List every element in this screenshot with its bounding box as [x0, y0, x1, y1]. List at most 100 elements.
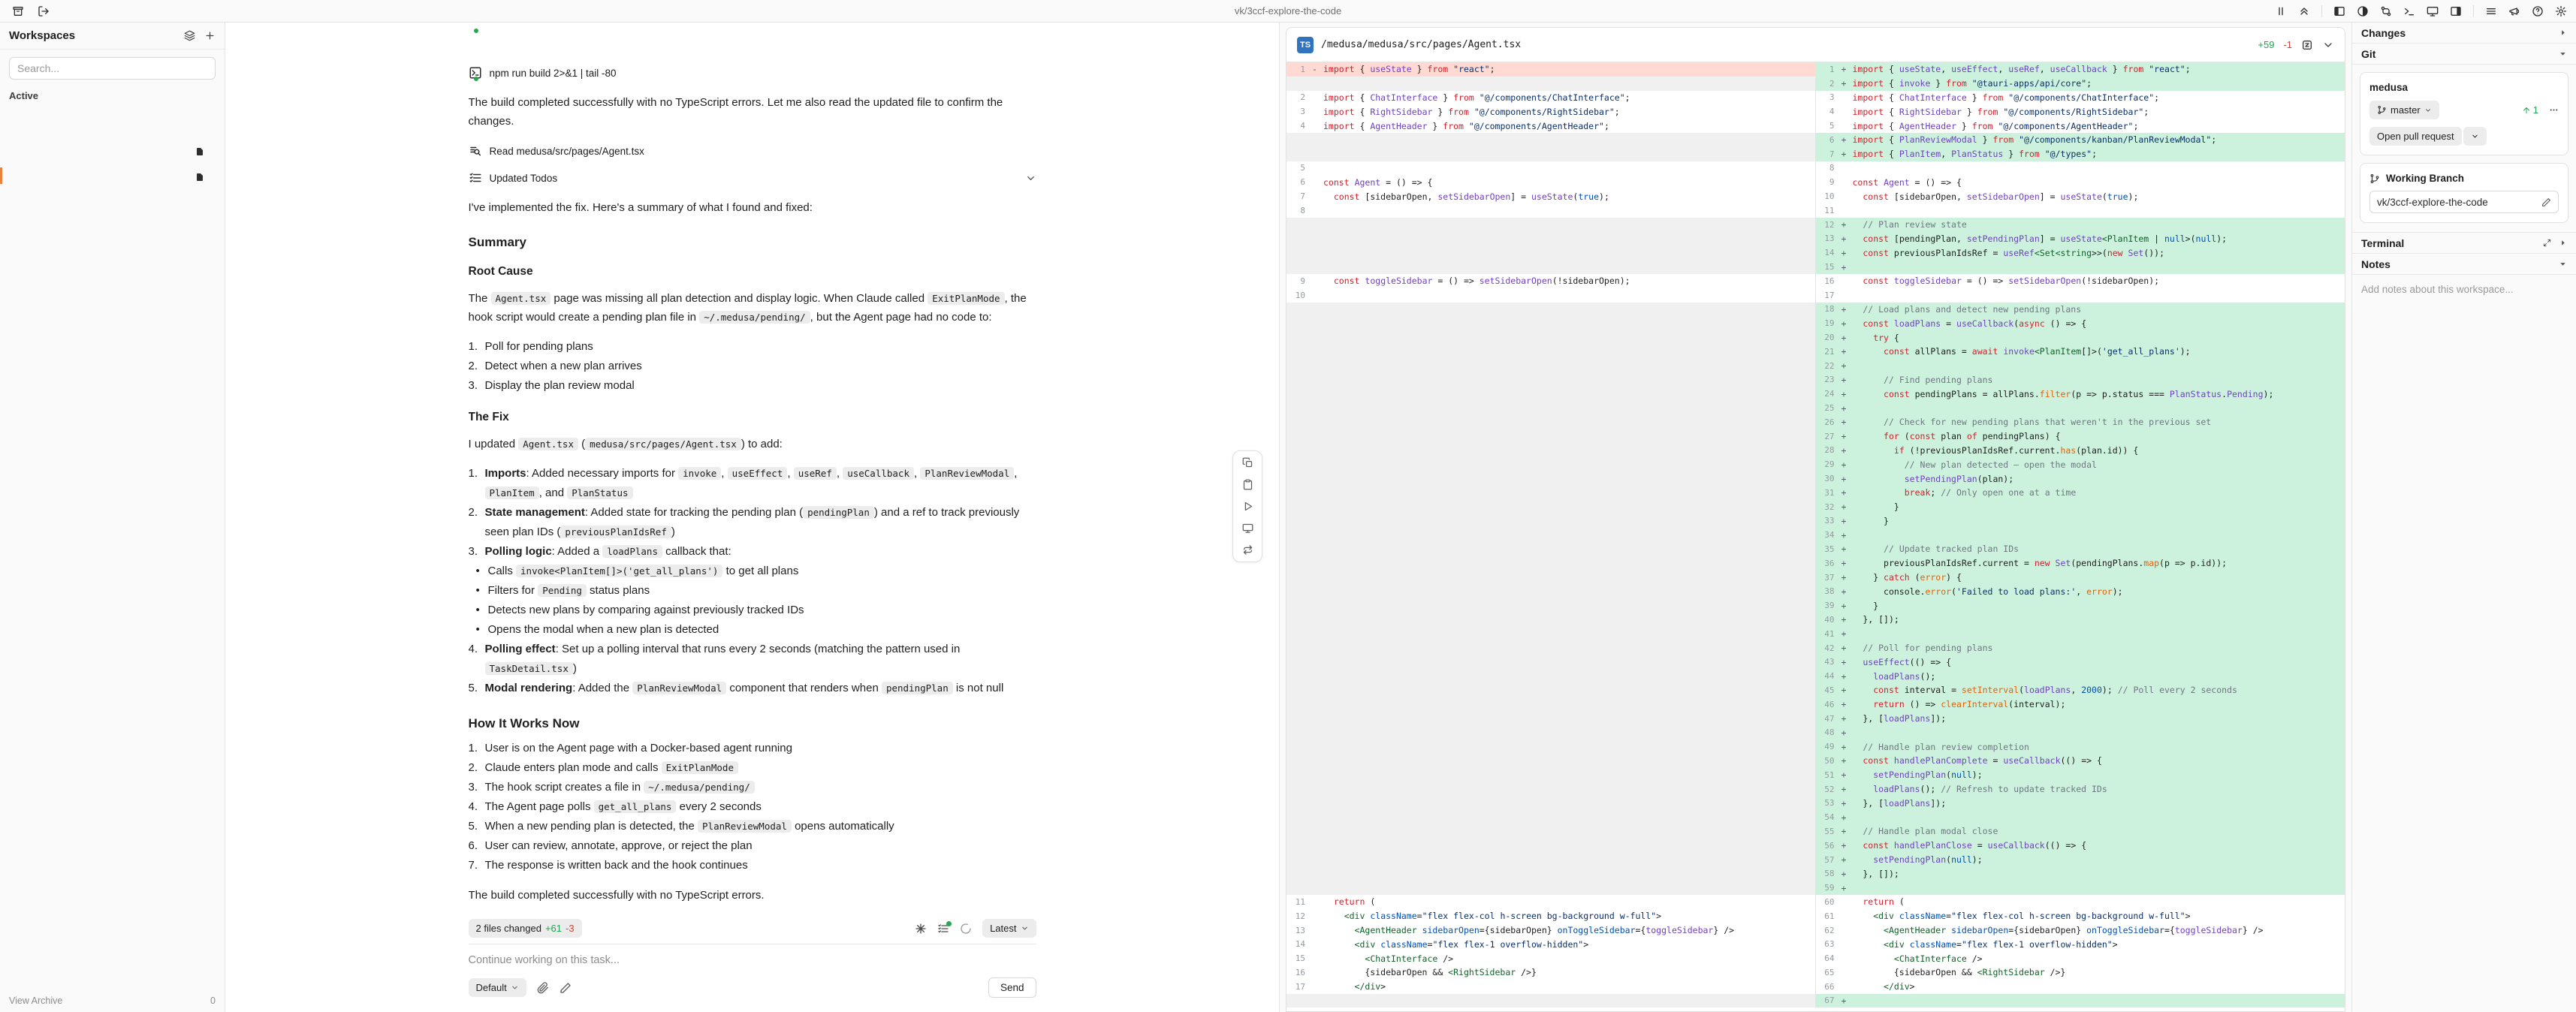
panel-left-icon[interactable]: [2333, 5, 2345, 17]
collapse-diff-icon[interactable]: [2322, 39, 2334, 51]
list-item: 1.Imports: Added necessary imports for i…: [469, 464, 1036, 503]
titlebar-separator: [2321, 5, 2322, 17]
diff-old-cell: [1286, 669, 1816, 683]
notes-section-header[interactable]: Notes: [2352, 254, 2576, 275]
list-item: 1.User is on the Agent page with a Docke…: [469, 739, 1036, 758]
branch-selector[interactable]: master: [2369, 101, 2439, 119]
latest-dropdown[interactable]: Latest: [982, 919, 1036, 938]
chat-paragraph: The Agent.tsx page was missing all plan …: [469, 289, 1036, 327]
diff-row: 4import { AgentHeader } from "@/componen…: [1286, 119, 2345, 133]
diff-file-path: /medusa/medusa/src/pages/Agent.tsx: [1321, 39, 1521, 50]
composer: Default Send: [469, 944, 1036, 998]
spark-icon[interactable]: [915, 923, 927, 935]
diff-row: 48+: [1286, 725, 2345, 739]
diff-old-cell: [1286, 641, 1816, 655]
sign-out-icon[interactable]: [38, 5, 50, 17]
chat-half-icon[interactable]: [2357, 5, 2369, 17]
tool-call-row[interactable]: Updated Todos: [469, 171, 1036, 185]
diff-row: 38+ console.error('Failed to load plans:…: [1286, 584, 2345, 598]
tool-call-row[interactable]: npm run build 2>&1 | tail -80: [469, 66, 1036, 80]
diff-old-cell: 12 <div className="flex flex-col h-scree…: [1286, 909, 1816, 923]
diff-new-cell: 31+ break; // Only open one at a time: [1816, 486, 2345, 500]
diff-old-cell: [1286, 881, 1816, 895]
edit-branch-icon[interactable]: [2541, 197, 2551, 207]
diff-old-cell: [1286, 528, 1816, 542]
latest-label: Latest: [990, 923, 1016, 934]
expand-terminal-icon[interactable]: [2543, 239, 2551, 247]
diff-new-cell: 48+: [1816, 725, 2345, 739]
workspace-item[interactable]: [0, 104, 225, 121]
main-layout: Workspaces Active View Archive 0 npm run…: [0, 23, 2576, 1012]
monitor-icon[interactable]: [1242, 523, 1253, 534]
diff-row: 24+ const pendingPlans = allPlans.filter…: [1286, 387, 2345, 401]
ahead-count: 1: [2533, 104, 2538, 116]
diff-new-cell: 33+ }: [1816, 514, 2345, 529]
workspace-item[interactable]: [0, 137, 225, 163]
compare-icon[interactable]: [1242, 544, 1253, 556]
git-section-header[interactable]: Git: [2352, 44, 2576, 65]
diff-old-cell: 14 <div className="flex flex-1 overflow-…: [1286, 937, 1816, 951]
files-changed-chip[interactable]: 2 files changed +61 -3: [469, 919, 582, 938]
diff-row: 15 <ChatInterface />64 <ChatInterface />: [1286, 951, 2345, 965]
diff-old-cell: [1286, 697, 1816, 712]
chevron-down-icon: [2424, 107, 2432, 114]
chat-column: npm run build 2>&1 | tail -80The build c…: [469, 23, 1036, 1012]
panel-right-icon[interactable]: [2450, 5, 2462, 17]
mode-dropdown[interactable]: Default: [469, 978, 526, 997]
terminal-icon[interactable]: [2403, 5, 2415, 17]
diff-old-cell: [1286, 303, 1816, 317]
working-branch-input[interactable]: vk/3ccf-explore-the-code: [2369, 191, 2559, 213]
workspace-item[interactable]: [0, 163, 225, 188]
diff-new-cell: 54+: [1816, 810, 2345, 824]
git-graph-icon[interactable]: [2380, 5, 2392, 17]
diff-new-cell: 1+import { useState, useEffect, useRef, …: [1816, 62, 2345, 77]
todos-status-icon[interactable]: [937, 923, 949, 935]
play-icon[interactable]: [1242, 501, 1253, 512]
diff-old-cell: [1286, 613, 1816, 627]
paperclip-icon[interactable]: [537, 982, 549, 994]
help-icon[interactable]: [2532, 5, 2544, 17]
wrap-toggle-icon[interactable]: [2301, 39, 2313, 51]
archive-icon[interactable]: [12, 5, 24, 17]
diff-row: 49+ // Handle plan review completion: [1286, 739, 2345, 754]
view-archive-link[interactable]: View Archive: [9, 995, 62, 1006]
megaphone-icon[interactable]: [2508, 5, 2520, 17]
changes-section-header[interactable]: Changes: [2352, 23, 2576, 44]
files-added-count: +61: [545, 923, 562, 934]
chevrons-up-icon[interactable]: [2298, 5, 2310, 17]
diff-new-cell: 52+ loadPlans(); // Refresh to update tr…: [1816, 782, 2345, 797]
diff-row: 13+ const [pendingPlan, setPendingPlan] …: [1286, 232, 2345, 246]
notes-label: Notes: [2361, 258, 2390, 270]
gear-icon[interactable]: [2555, 5, 2567, 17]
chat-heading: How It Works Now: [469, 716, 1036, 731]
monitor-icon[interactable]: [2427, 5, 2439, 17]
pull-request-dropdown[interactable]: [2463, 127, 2487, 146]
workspace-search-input[interactable]: [9, 57, 216, 80]
diff-row: 67+: [1286, 994, 2345, 1008]
diff-header-right: +59 -1: [2258, 39, 2334, 51]
repo-more-menu-icon[interactable]: [2549, 105, 2559, 115]
message-input[interactable]: [469, 954, 1036, 966]
diff-row: 41+: [1286, 627, 2345, 641]
pause-icon[interactable]: [2275, 5, 2287, 17]
chevron-down-icon[interactable]: [1025, 173, 1036, 184]
titlebar-left-icons: [0, 5, 50, 17]
terminal-section-header[interactable]: Terminal: [2352, 233, 2576, 254]
open-pull-request-button[interactable]: Open pull request: [2369, 127, 2462, 146]
diff-row: 7+import { PlanItem, PlanStatus } from "…: [1286, 147, 2345, 161]
copy-icon[interactable]: [1242, 457, 1253, 468]
diff-old-cell: [1286, 373, 1816, 387]
notes-placeholder[interactable]: Add notes about this workspace...: [2352, 275, 2576, 304]
layers-icon[interactable]: [184, 30, 195, 41]
diff-row: 14 <div className="flex flex-1 overflow-…: [1286, 937, 2345, 951]
workspace-item[interactable]: [0, 121, 225, 137]
diff-new-cell: 58+ }, []);: [1816, 866, 2345, 881]
menu-icon[interactable]: [2485, 5, 2497, 17]
clipboard-icon[interactable]: [1242, 479, 1253, 490]
plus-icon[interactable]: [204, 30, 216, 41]
send-button[interactable]: Send: [988, 977, 1036, 998]
list-item: 3.Polling logic: Added a loadPlans callb…: [469, 542, 1036, 562]
pen-icon[interactable]: [560, 982, 572, 994]
diff-row: 14+ const previousPlanIdsRef = useRef<Se…: [1286, 245, 2345, 260]
tool-call-row[interactable]: Read medusa/src/pages/Agent.tsx: [469, 144, 1036, 158]
